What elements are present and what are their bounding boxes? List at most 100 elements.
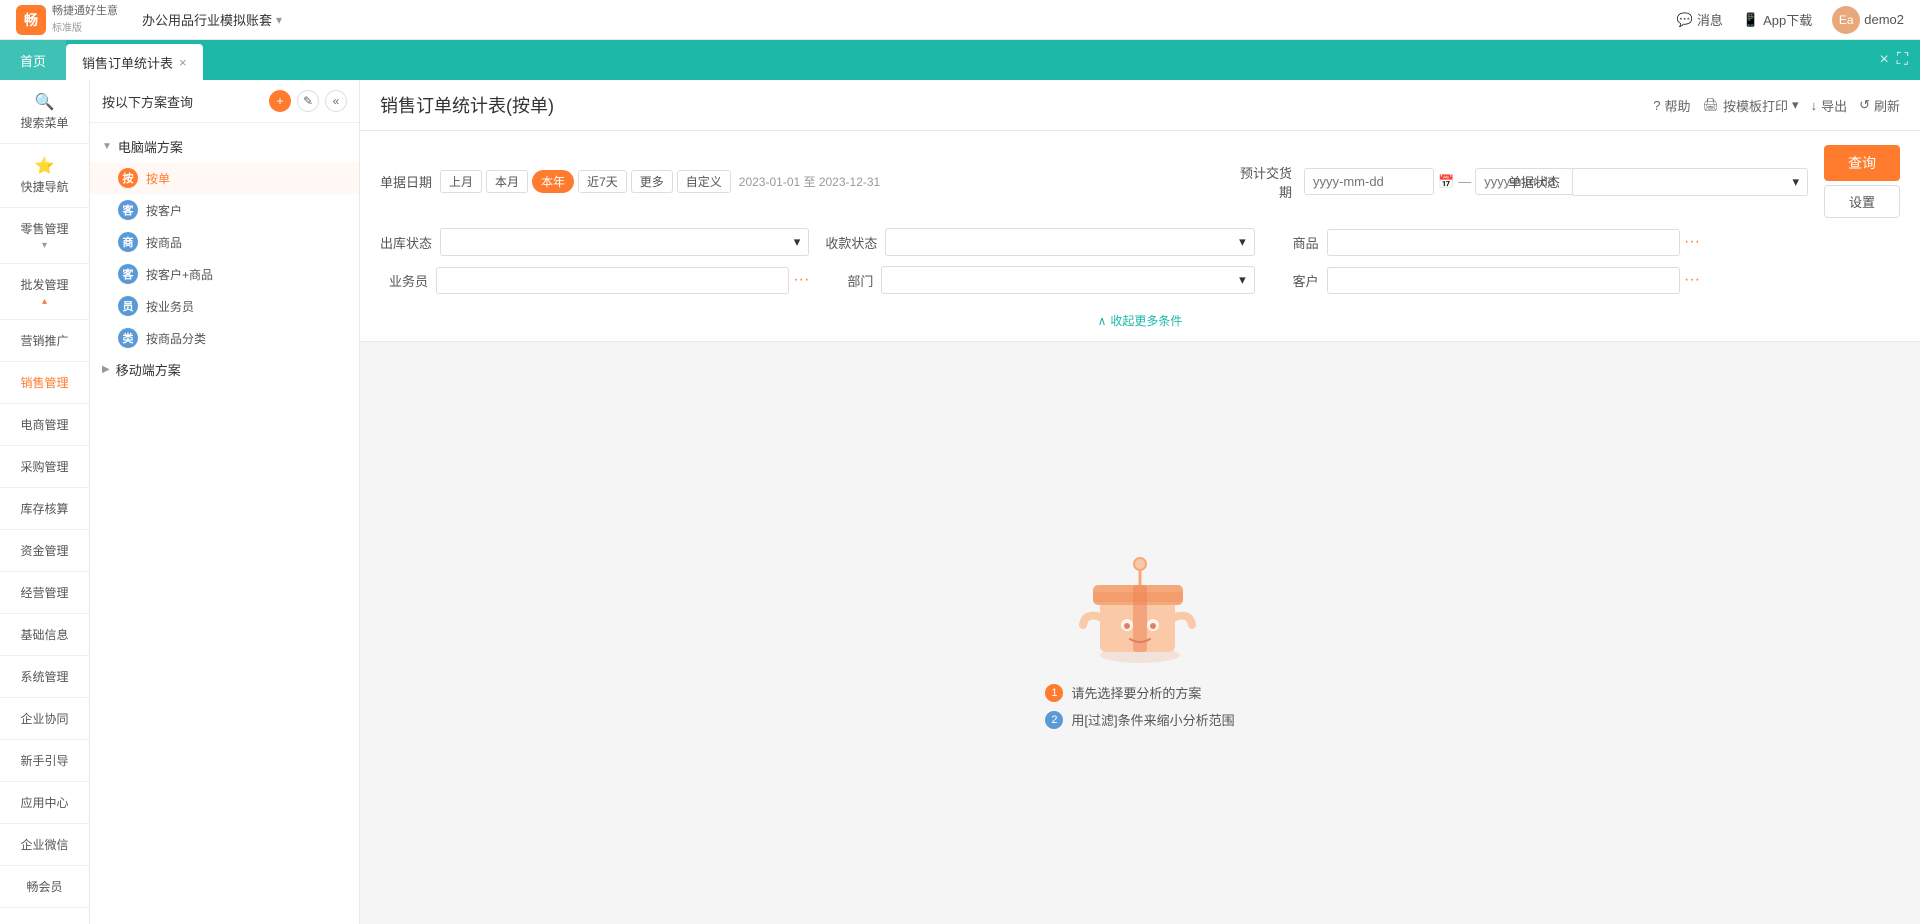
search-icon: 🔍: [4, 92, 85, 112]
tree-item-by-staff[interactable]: 员 按业务员: [90, 290, 359, 322]
shortcut-icon: ⭐: [4, 156, 85, 176]
print-button[interactable]: 🖨 按模板打印 ▾: [1703, 96, 1799, 115]
status-select-arrow: ▾: [1792, 174, 1799, 190]
sidebar-item-finance[interactable]: 资金管理: [0, 530, 89, 572]
refresh-button[interactable]: ↺ 刷新: [1859, 96, 1900, 115]
goods-more-icon[interactable]: ···: [1684, 233, 1700, 251]
customer-input[interactable]: [1327, 267, 1680, 294]
department-label: 部门: [825, 271, 881, 290]
tab-sales-order[interactable]: 销售订单统计表 ×: [66, 44, 203, 80]
tab-maximize-button[interactable]: ⛶: [1897, 51, 1908, 69]
message-button[interactable]: 💬 消息: [1677, 10, 1723, 29]
newbie-label: 新手引导: [4, 752, 85, 769]
goods-input[interactable]: [1327, 229, 1680, 256]
sidebar-item-newbie[interactable]: 新手引导: [0, 740, 89, 782]
date-range-display: 2023-01-01 至 2023-12-31: [739, 173, 880, 190]
top-bar: 畅 畅捷通好生意 标准版 办公用品行业模拟账套 ▾ 💬 消息 📱 App下载 E…: [0, 0, 1920, 40]
calendar-icon-start[interactable]: 📅: [1438, 174, 1454, 190]
ecommerce-label: 电商管理: [4, 416, 85, 433]
sidebar-item-purchase[interactable]: 采购管理: [0, 446, 89, 488]
customer-more-icon[interactable]: ···: [1684, 271, 1700, 289]
by-order-icon: 按: [118, 168, 138, 188]
page-header-actions: ? 帮助 🖨 按模板打印 ▾ ↓ 导出 ↺ 刷新: [1653, 96, 1900, 115]
app-download-label: App下载: [1763, 10, 1812, 29]
sidebar-item-search[interactable]: 🔍 搜索菜单: [0, 80, 89, 144]
tree-group-mobile-header[interactable]: ▶ 移动端方案: [90, 354, 359, 385]
salesperson-input[interactable]: [436, 267, 789, 294]
print-dropdown-icon: ▾: [1792, 97, 1799, 113]
hint-text-2: 用[过滤]条件来缩小分析范围: [1071, 710, 1234, 729]
sidebar-item-ecommerce[interactable]: 电商管理: [0, 404, 89, 446]
sidebar-item-enterprise[interactable]: 企业协同: [0, 698, 89, 740]
tree-item-by-cust-prod[interactable]: 客 按客户+商品: [90, 258, 359, 290]
delivery-date-start-input[interactable]: [1304, 168, 1434, 195]
add-scheme-button[interactable]: +: [269, 90, 291, 112]
sidebar-item-system[interactable]: 系统管理: [0, 656, 89, 698]
tree-item-by-order[interactable]: 按 按单: [90, 162, 359, 194]
tree-group-desktop-header[interactable]: ▼ 电脑端方案: [90, 131, 359, 162]
tab-close-icon[interactable]: ×: [179, 55, 187, 70]
date-content: 上月 本月 本年 近7天 更多 自定义 2023-01-01 至 2023-12…: [440, 170, 1208, 193]
payment-status-select[interactable]: ▾: [885, 228, 1254, 256]
sidebar-item-apps[interactable]: 应用中心: [0, 782, 89, 824]
filter-row-3: 业务员 ··· 部门 ▾ 客户 ···: [380, 266, 1900, 294]
breadcrumb[interactable]: 办公用品行业模拟账套 ▾: [142, 10, 282, 29]
date-btn-more[interactable]: 更多: [631, 170, 673, 193]
sidebar-item-shortcut[interactable]: ⭐ 快捷导航: [0, 144, 89, 208]
retail-label: 零售管理: [4, 220, 85, 237]
sidebar-item-wechat[interactable]: 企业微信: [0, 824, 89, 866]
by-cust-prod-label: 按客户+商品: [146, 266, 213, 283]
date-btn-last-7[interactable]: 近7天: [578, 170, 627, 193]
collapse-icon: ∧: [1098, 314, 1107, 328]
system-label: 系统管理: [4, 668, 85, 685]
filter-section: 单据日期 上月 本月 本年 近7天 更多 自定义 2023-01-01 至 20…: [360, 131, 1920, 342]
date-btn-last-month[interactable]: 上月: [440, 170, 482, 193]
tree-group-mobile: ▶ 移动端方案: [90, 354, 359, 385]
avatar: Ea: [1832, 6, 1860, 34]
by-order-label: 按单: [146, 170, 170, 187]
query-button[interactable]: 查询: [1824, 145, 1900, 181]
tree-item-by-product[interactable]: 商 按商品: [90, 226, 359, 258]
delivery-status-select[interactable]: ▾: [440, 228, 809, 256]
export-button[interactable]: ↓ 导出: [1811, 96, 1848, 115]
app-download-button[interactable]: 📱 App下载: [1743, 10, 1812, 29]
purchase-label: 采购管理: [4, 458, 85, 475]
salesperson-more-icon[interactable]: ···: [793, 271, 809, 289]
department-select[interactable]: ▾: [881, 266, 1254, 294]
sidebar-item-sales[interactable]: 销售管理: [0, 362, 89, 404]
user-profile[interactable]: Ea demo2: [1832, 6, 1904, 34]
tree-item-by-customer[interactable]: 客 按客户: [90, 194, 359, 226]
sidebar-item-operation[interactable]: 经营管理: [0, 572, 89, 614]
tree-group-label-mobile: 移动端方案: [116, 360, 181, 379]
by-product-label: 按商品: [146, 234, 182, 251]
refresh-label: 刷新: [1874, 96, 1900, 115]
print-icon: 🖨: [1703, 97, 1720, 113]
page-header: 销售订单统计表(按单) ? 帮助 🖨 按模板打印 ▾ ↓ 导出: [360, 80, 1920, 131]
date-label: 单据日期: [380, 172, 440, 191]
refresh-icon: ↺: [1859, 97, 1870, 113]
tab-close-window-button[interactable]: ×: [1879, 51, 1888, 69]
sidebar-item-wholesale[interactable]: 批发管理 ▴: [0, 264, 89, 320]
date-btn-this-year[interactable]: 本年: [532, 170, 574, 193]
settings-button[interactable]: 设置: [1824, 185, 1900, 218]
sidebar-item-inventory[interactable]: 库存核算: [0, 488, 89, 530]
collapse-panel-button[interactable]: «: [325, 90, 347, 112]
sidebar-item-member[interactable]: 畅会员: [0, 866, 89, 908]
sidebar-item-retail[interactable]: 零售管理 ▾: [0, 208, 89, 264]
username: demo2: [1864, 12, 1904, 27]
sidebar-item-marketing[interactable]: 营销推广: [0, 320, 89, 362]
wholesale-label: 批发管理: [4, 276, 85, 293]
by-customer-label: 按客户: [146, 202, 182, 219]
date-btn-custom[interactable]: 自定义: [677, 170, 731, 193]
sidebar-item-basic[interactable]: 基础信息: [0, 614, 89, 656]
status-select[interactable]: ▾: [1572, 168, 1808, 196]
edit-scheme-button[interactable]: ✎: [297, 90, 319, 112]
collapse-button[interactable]: ∧ 收起更多条件: [380, 304, 1900, 337]
wechat-label: 企业微信: [4, 836, 85, 853]
operation-label: 经营管理: [4, 584, 85, 601]
by-category-label: 按商品分类: [146, 330, 206, 347]
tree-item-by-category[interactable]: 类 按商品分类: [90, 322, 359, 354]
date-btn-this-month[interactable]: 本月: [486, 170, 528, 193]
help-button[interactable]: ? 帮助: [1653, 96, 1690, 115]
tab-home[interactable]: 首页: [0, 40, 66, 80]
